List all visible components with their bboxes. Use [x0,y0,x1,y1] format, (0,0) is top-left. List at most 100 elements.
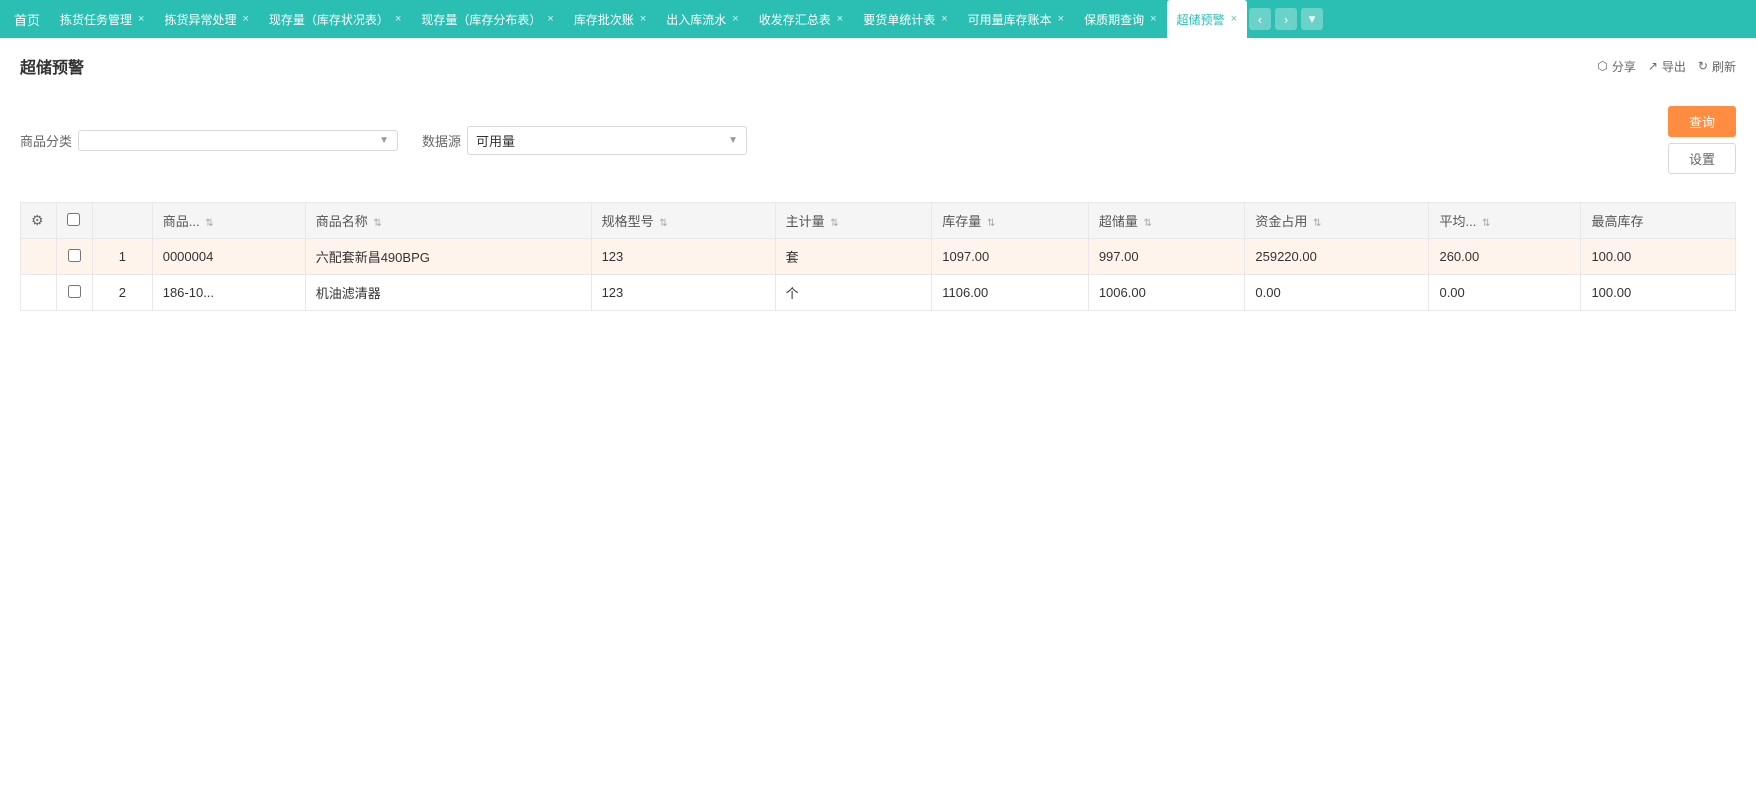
sort-icon: ⇅ [1313,218,1321,229]
row-stock-qty: 1106.00 [932,275,1089,311]
nav-tab-over-storage[interactable]: 超储预警 × [1167,0,1247,38]
select-all-checkbox[interactable] [67,213,80,226]
sort-icon: ⇅ [830,218,838,229]
sort-icon: ⇅ [659,218,667,229]
export-button[interactable]: ↗ 导出 [1648,58,1686,75]
header-actions: ⬡ 分享 ↗ 导出 ↻ 刷新 [1597,58,1736,75]
row-checkbox[interactable] [68,249,81,262]
nav-tab-receive-send[interactable]: 收发存汇总表 × [749,0,853,38]
datasource-value: 可用量 [476,131,515,150]
sort-icon: ⇅ [373,218,381,229]
row-unit: 个 [775,275,932,311]
th-product-name[interactable]: 商品名称 ⇅ [305,203,591,239]
th-product-code[interactable]: 商品... ⇅ [152,203,305,239]
row-capital-occ: 259220.00 [1245,239,1429,275]
th-max-stock[interactable]: 最高库存 [1581,203,1736,239]
table-header-row: ⚙ 商品... ⇅ 商品名称 ⇅ 规格型号 ⇅ [21,203,1736,239]
close-icon[interactable]: × [1231,13,1237,25]
th-index [93,203,153,239]
refresh-button[interactable]: ↻ 刷新 [1698,58,1736,75]
th-spec[interactable]: 规格型号 ⇅ [591,203,775,239]
nav-tab-task-mgmt[interactable]: 拣货任务管理 × [50,0,154,38]
share-icon: ⬡ [1597,59,1607,73]
refresh-icon: ↻ [1698,59,1708,73]
close-icon[interactable]: × [1150,13,1156,25]
th-check [57,203,93,239]
row-settings-cell [21,275,57,311]
nav-tab-batch-ledger[interactable]: 库存批次账 × [564,0,656,38]
th-avg[interactable]: 平均... ⇅ [1429,203,1581,239]
close-icon[interactable]: × [395,13,401,25]
share-button[interactable]: ⬡ 分享 [1597,58,1636,75]
chevron-down-icon: ▼ [728,135,738,146]
row-product-code: 0000004 [152,239,305,275]
row-stock-qty: 1097.00 [932,239,1089,275]
page-title: 超储预警 [20,54,84,78]
category-select[interactable]: ▼ [78,130,398,151]
page-header: 超储预警 ⬡ 分享 ↗ 导出 ↻ 刷新 [20,54,1736,78]
row-avg: 0.00 [1429,275,1581,311]
category-filter: 商品分类 ▼ [20,130,398,151]
row-unit: 套 [775,239,932,275]
nav-tab-abnormal[interactable]: 拣货异常处理 × [154,0,258,38]
nav-prev-arrow[interactable]: ‹ [1249,8,1271,30]
row-check-cell[interactable] [57,239,93,275]
close-icon[interactable]: × [640,13,646,25]
row-index: 2 [93,275,153,311]
row-product-name: 机油滤清器 [305,275,591,311]
data-table: ⚙ 商品... ⇅ 商品名称 ⇅ 规格型号 ⇅ [20,202,1736,311]
sort-icon: ⇅ [1143,218,1151,229]
row-spec: 123 [591,275,775,311]
datasource-label: 数据源 [422,131,461,150]
close-icon[interactable]: × [837,13,843,25]
filter-bar: 商品分类 ▼ 数据源 可用量 ▼ 查询 设置 [20,94,1736,186]
close-icon[interactable]: × [242,13,248,25]
th-capital-occ[interactable]: 资金占用 ⇅ [1245,203,1429,239]
close-icon[interactable]: × [547,13,553,25]
row-capital-occ: 0.00 [1245,275,1429,311]
close-icon[interactable]: × [138,13,144,25]
row-check-cell[interactable] [57,275,93,311]
sort-icon: ⇅ [987,218,995,229]
gear-icon[interactable]: ⚙ [31,212,44,229]
datasource-filter: 数据源 可用量 ▼ [422,126,747,155]
row-index: 1 [93,239,153,275]
close-icon[interactable]: × [732,13,738,25]
filter-buttons: 查询 设置 [1668,106,1736,174]
row-avg: 260.00 [1429,239,1581,275]
table-row: 1 0000004 六配套新昌490BPG 123 套 1097.00 997.… [21,239,1736,275]
row-over-qty: 997.00 [1088,239,1245,275]
sort-icon: ⇅ [1482,218,1490,229]
nav-home[interactable]: 首页 [4,10,50,29]
sort-icon: ⇅ [205,218,213,229]
th-over-qty[interactable]: 超储量 ⇅ [1088,203,1245,239]
nav-tab-quality-check[interactable]: 保质期查询 × [1074,0,1166,38]
datasource-select[interactable]: 可用量 ▼ [467,126,747,155]
row-over-qty: 1006.00 [1088,275,1245,311]
th-unit[interactable]: 主计量 ⇅ [775,203,932,239]
export-icon: ↗ [1648,59,1658,73]
nav-tab-available-ledger[interactable]: 可用量库存账本 × [958,0,1074,38]
row-spec: 123 [591,239,775,275]
row-settings-cell [21,239,57,275]
category-label: 商品分类 [20,131,72,150]
nav-tab-inventory-status[interactable]: 现存量（库存状况表） × [259,0,411,38]
th-settings[interactable]: ⚙ [21,203,57,239]
nav-tab-in-out-flow[interactable]: 出入库流水 × [656,0,748,38]
chevron-down-icon: ▼ [379,135,389,146]
query-button[interactable]: 查询 [1668,106,1736,137]
row-product-code: 186-10... [152,275,305,311]
nav-more-arrow[interactable]: ▾ [1301,8,1323,30]
row-max-stock: 100.00 [1581,239,1736,275]
settings-button[interactable]: 设置 [1668,143,1736,174]
row-product-name: 六配套新昌490BPG [305,239,591,275]
nav-tab-order-stats[interactable]: 要货单统计表 × [853,0,957,38]
nav-tab-inventory-dist[interactable]: 现存量（库存分布表） × [411,0,563,38]
close-icon[interactable]: × [1058,13,1064,25]
row-checkbox[interactable] [68,285,81,298]
close-icon[interactable]: × [941,13,947,25]
table-row: 2 186-10... 机油滤清器 123 个 1106.00 1006.00 … [21,275,1736,311]
nav-next-arrow[interactable]: › [1275,8,1297,30]
top-nav: 首页 拣货任务管理 × 拣货异常处理 × 现存量（库存状况表） × 现存量（库存… [0,0,1756,38]
th-stock-qty[interactable]: 库存量 ⇅ [932,203,1089,239]
